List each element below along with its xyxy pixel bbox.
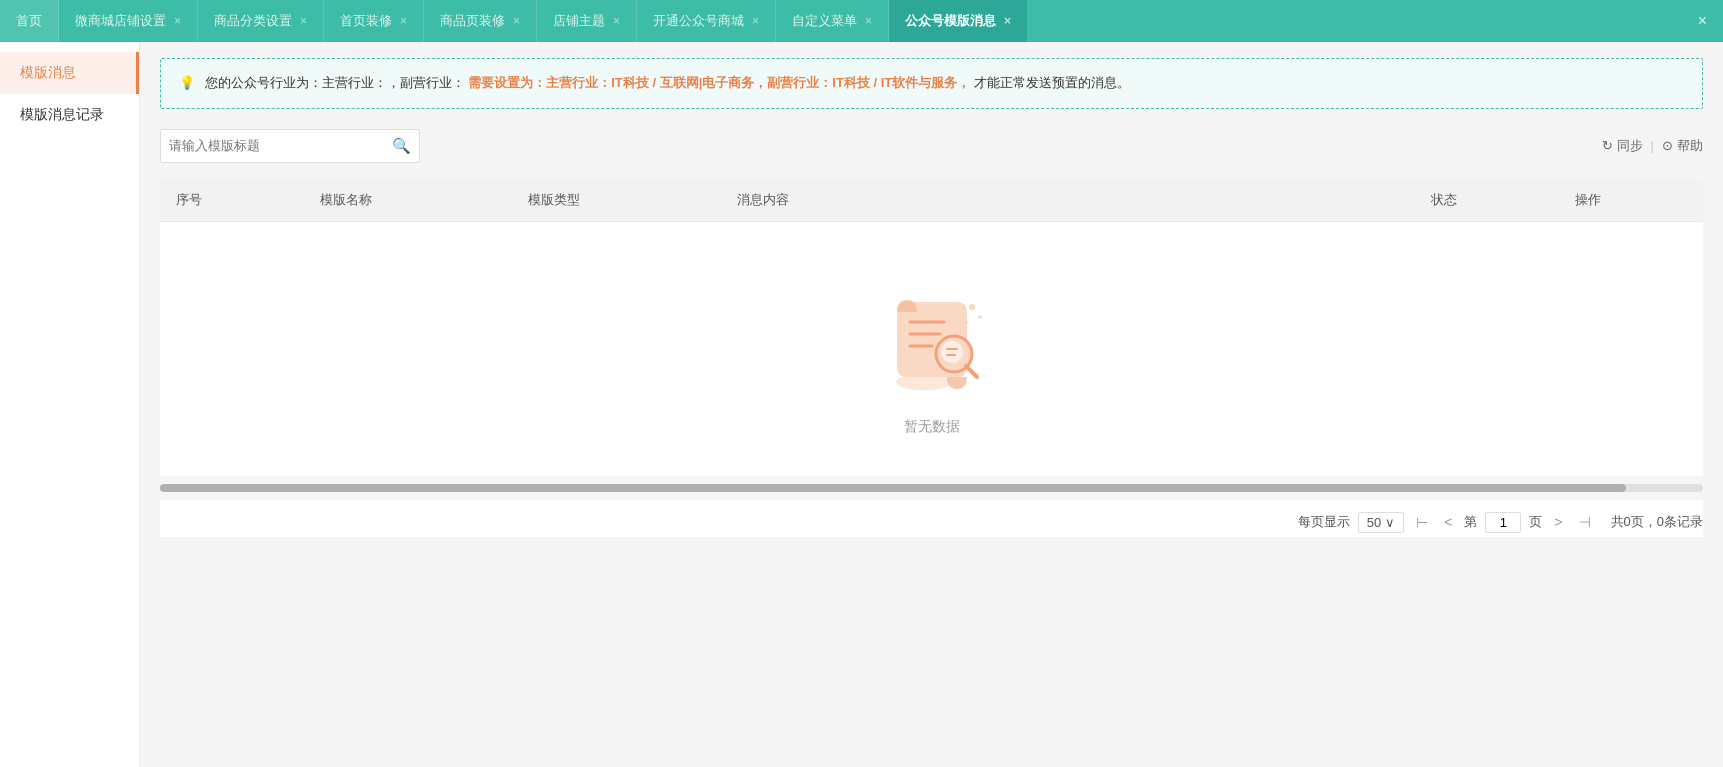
- tab-wechat-template-msg[interactable]: 公众号模版消息 ×: [889, 0, 1028, 42]
- help-button[interactable]: ⊙ 帮助: [1662, 137, 1703, 155]
- page-di-label: 第: [1464, 513, 1477, 531]
- sync-icon: ↻: [1602, 138, 1613, 153]
- search-actions: ↻ 同步 | ⊙ 帮助: [1602, 137, 1703, 155]
- total-info: 共0页，0条记录: [1611, 513, 1703, 531]
- tab-open-wechat-shop-close[interactable]: ×: [752, 14, 759, 28]
- col-name: 模版名称: [304, 179, 512, 222]
- help-label: 帮助: [1677, 137, 1703, 155]
- page-label: 页: [1529, 513, 1542, 531]
- tab-product-decor[interactable]: 商品页装修 ×: [424, 0, 537, 42]
- empty-text: 暂无数据: [904, 418, 960, 436]
- tab-product-category-label: 商品分类设置: [214, 12, 292, 30]
- tab-custom-menu[interactable]: 自定义菜单 ×: [776, 0, 889, 42]
- sync-button[interactable]: ↻ 同步: [1602, 137, 1643, 155]
- tab-open-wechat-shop-label: 开通公众号商城: [653, 12, 744, 30]
- tab-wechat-template-msg-label: 公众号模版消息: [905, 12, 996, 30]
- notice-text-after: 才能正常发送预置的消息。: [974, 75, 1130, 90]
- tab-wechat-template-msg-close[interactable]: ×: [1004, 14, 1011, 28]
- tab-wshop-close[interactable]: ×: [174, 14, 181, 28]
- tab-product-decor-label: 商品页装修: [440, 12, 505, 30]
- tab-wshop-label: 微商城店铺设置: [75, 12, 166, 30]
- notice-highlight: 需要设置为：主营行业：IT科技 / 互联网|电子商务，副营行业：IT科技 / I…: [468, 75, 970, 90]
- tab-shop-theme-label: 店铺主题: [553, 12, 605, 30]
- content-area: 💡 您的公众号行业为：主营行业：，副营行业： 需要设置为：主营行业：IT科技 /…: [140, 42, 1723, 767]
- page-first-button[interactable]: ⊢: [1412, 514, 1432, 530]
- col-type: 模版类型: [512, 179, 720, 222]
- page-last-button[interactable]: ⊣: [1575, 514, 1595, 530]
- tab-product-category-close[interactable]: ×: [300, 14, 307, 28]
- empty-illustration: [872, 282, 992, 402]
- tab-custom-menu-close[interactable]: ×: [865, 14, 872, 28]
- tab-home[interactable]: 首页: [0, 0, 59, 42]
- page-size-label: 每页显示: [1298, 513, 1350, 531]
- col-status: 状态: [1415, 179, 1559, 222]
- sidebar-item-template-msg-record[interactable]: 模版消息记录: [0, 94, 139, 136]
- empty-state-row: 暂无数据: [160, 221, 1703, 476]
- scroll-thumb[interactable]: [160, 484, 1626, 492]
- tab-open-wechat-shop[interactable]: 开通公众号商城 ×: [637, 0, 776, 42]
- page-size-value: 50: [1367, 515, 1381, 530]
- notice-text-before: 您的公众号行业为：主营行业：，副营行业：: [205, 75, 465, 90]
- tab-home-decor-close[interactable]: ×: [400, 14, 407, 28]
- tab-home-label: 首页: [16, 12, 42, 30]
- search-bar: 🔍 ↻ 同步 | ⊙ 帮助: [160, 129, 1703, 163]
- notice-box: 💡 您的公众号行业为：主营行业：，副营行业： 需要设置为：主营行业：IT科技 /…: [160, 58, 1703, 109]
- tab-home-decor[interactable]: 首页装修 ×: [324, 0, 424, 42]
- top-nav: 首页 微商城店铺设置 × 商品分类设置 × 首页装修 × 商品页装修 × 店铺主…: [0, 0, 1723, 42]
- tab-product-category[interactable]: 商品分类设置 ×: [198, 0, 324, 42]
- sidebar-item-template-msg[interactable]: 模版消息: [0, 52, 139, 94]
- notice-icon: 💡: [179, 75, 195, 90]
- divider: |: [1651, 138, 1654, 153]
- page-number-input[interactable]: [1485, 512, 1521, 533]
- main-layout: 模版消息 模版消息记录 💡 您的公众号行业为：主营行业：，副营行业： 需要设置为…: [0, 42, 1723, 767]
- tab-wshop-settings[interactable]: 微商城店铺设置 ×: [59, 0, 198, 42]
- svg-point-11: [965, 320, 968, 323]
- sync-label: 同步: [1617, 137, 1643, 155]
- search-icon[interactable]: 🔍: [392, 137, 411, 155]
- svg-point-9: [969, 304, 975, 310]
- empty-state: 暂无数据: [160, 222, 1703, 476]
- sidebar-item-template-msg-record-label: 模版消息记录: [20, 106, 104, 122]
- svg-line-6: [966, 366, 977, 377]
- table-header-row: 序号 模版名称 模版类型 消息内容 状态 操作: [160, 179, 1703, 222]
- help-icon: ⊙: [1662, 138, 1673, 153]
- page-next-button[interactable]: >: [1550, 514, 1566, 530]
- col-content: 消息内容: [721, 179, 1415, 222]
- page-prev-button[interactable]: <: [1440, 514, 1456, 530]
- sidebar-item-template-msg-label: 模版消息: [20, 64, 76, 80]
- page-size-select[interactable]: 50 ∨: [1358, 512, 1404, 533]
- tab-product-decor-close[interactable]: ×: [513, 14, 520, 28]
- svg-point-5: [941, 341, 963, 363]
- svg-point-10: [978, 315, 982, 319]
- sidebar: 模版消息 模版消息记录: [0, 42, 140, 767]
- search-input-wrap[interactable]: 🔍: [160, 129, 420, 163]
- tab-home-decor-label: 首页装修: [340, 12, 392, 30]
- close-all-button[interactable]: ×: [1682, 12, 1723, 30]
- pagination: 每页显示 50 ∨ ⊢ < 第 页 > ⊣ 共0页，0条记录: [160, 500, 1703, 537]
- search-input[interactable]: [169, 138, 392, 153]
- page-size-dropdown-icon: ∨: [1385, 515, 1395, 530]
- data-table: 序号 模版名称 模版类型 消息内容 状态 操作: [160, 179, 1703, 476]
- tab-shop-theme[interactable]: 店铺主题 ×: [537, 0, 637, 42]
- horizontal-scrollbar[interactable]: [160, 484, 1703, 492]
- col-seq: 序号: [160, 179, 304, 222]
- tab-shop-theme-close[interactable]: ×: [613, 14, 620, 28]
- col-action: 操作: [1559, 179, 1703, 222]
- tab-custom-menu-label: 自定义菜单: [792, 12, 857, 30]
